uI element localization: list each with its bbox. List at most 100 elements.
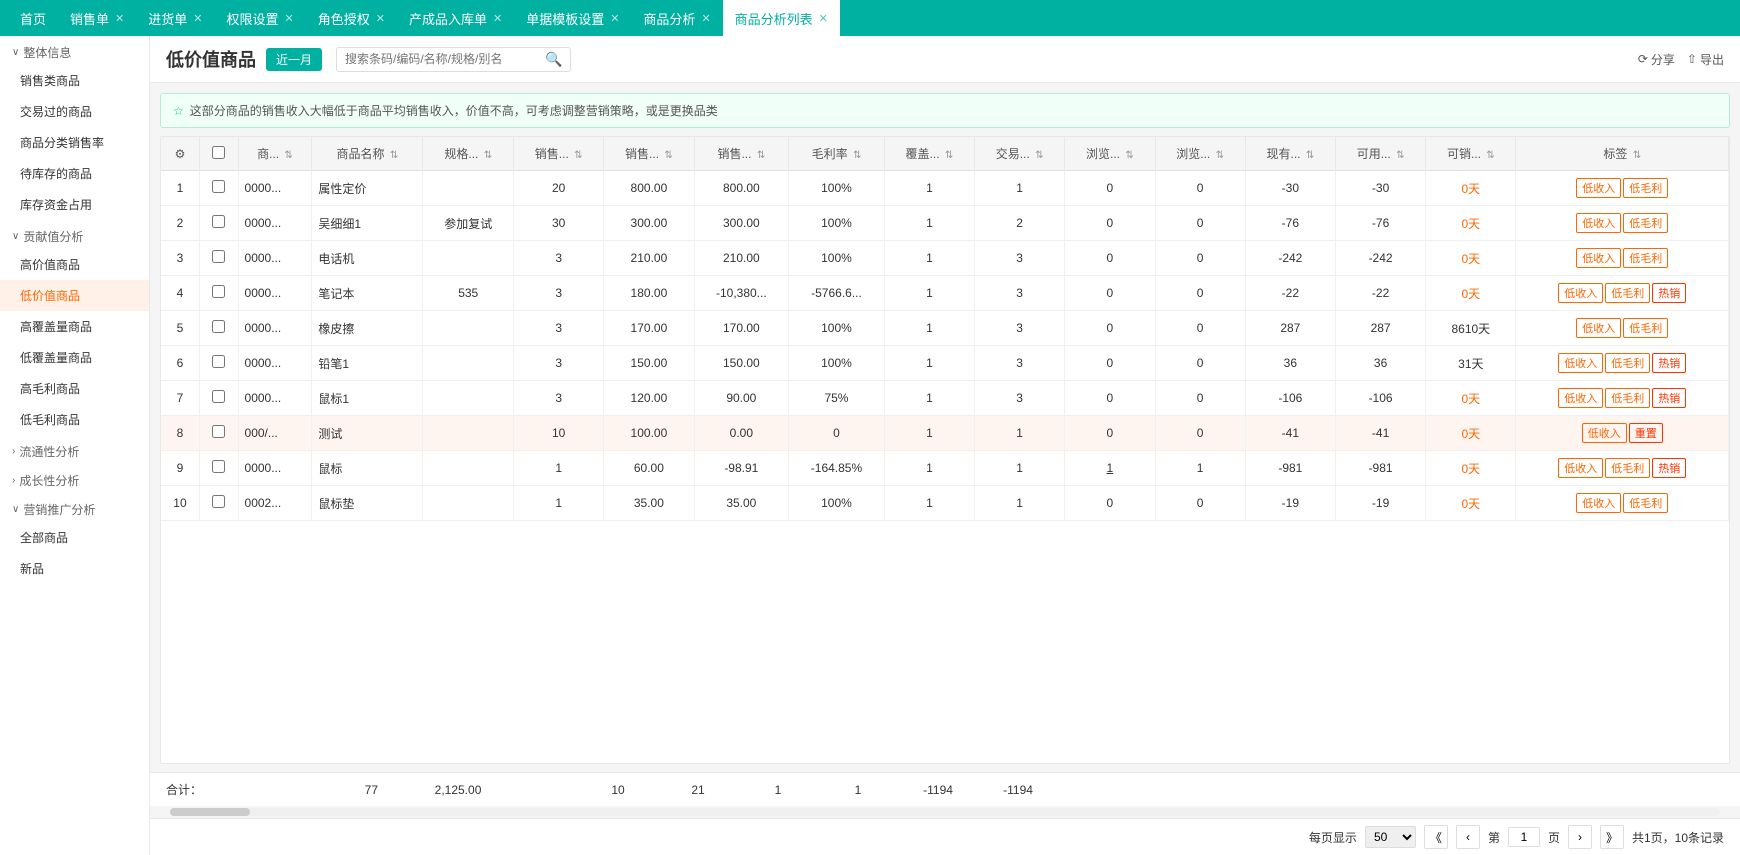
- nav-close-purchase[interactable]: ✕: [193, 12, 202, 25]
- sidebar-group-contribution[interactable]: ∨ 贡献值分析: [0, 220, 149, 249]
- row-check[interactable]: [212, 355, 225, 368]
- sidebar-item-high-coverage[interactable]: 高覆盖量商品: [0, 311, 149, 342]
- nav-close-product-analysis[interactable]: ✕: [701, 12, 710, 25]
- nav-product-in[interactable]: 产成品入库单 ✕: [397, 0, 514, 36]
- row-checkbox[interactable]: [199, 171, 238, 206]
- sidebar-item-category-sales-rate[interactable]: 商品分类销售率: [0, 127, 149, 158]
- nav-close-product-in[interactable]: ✕: [493, 12, 502, 25]
- row-check[interactable]: [212, 285, 225, 298]
- th-trade[interactable]: 交易... ⇅: [975, 137, 1065, 171]
- sidebar-item-high-value[interactable]: 高价值商品: [0, 249, 149, 280]
- th-stock2[interactable]: 可用... ⇅: [1335, 137, 1425, 171]
- nav-close-template[interactable]: ✕: [610, 12, 619, 25]
- row-check[interactable]: [212, 250, 225, 263]
- row-checkbox[interactable]: [199, 276, 238, 311]
- row-check[interactable]: [212, 215, 225, 228]
- row-checkbox[interactable]: [199, 241, 238, 276]
- nav-sales[interactable]: 销售单 ✕: [58, 0, 136, 36]
- row-check[interactable]: [212, 390, 225, 403]
- th-code[interactable]: 商... ⇅: [238, 137, 312, 171]
- row-tags: 低收入低毛利: [1516, 311, 1729, 346]
- row-name: 铅笔1: [312, 346, 423, 381]
- prev-page-button[interactable]: ‹: [1456, 825, 1480, 849]
- search-icon[interactable]: 🔍: [545, 51, 562, 68]
- th-s3[interactable]: 销售... ⇅: [694, 137, 789, 171]
- th-name[interactable]: 商品名称 ⇅: [312, 137, 423, 171]
- nav-close-sales[interactable]: ✕: [115, 12, 124, 25]
- sidebar-item-low-value[interactable]: 低价值商品: [0, 280, 149, 311]
- tag-badge: 低毛利: [1605, 283, 1650, 303]
- footer-totals-bar: 合计： 77 2,125.00 10 21 1 1 -1194 -1194: [150, 772, 1740, 806]
- nav-permission[interactable]: 权限设置 ✕: [214, 0, 305, 36]
- nav-close-permission[interactable]: ✕: [285, 12, 294, 25]
- first-page-button[interactable]: 《: [1424, 825, 1448, 849]
- th-stock1[interactable]: 现有... ⇅: [1245, 137, 1335, 171]
- row-gross: 0: [789, 416, 885, 451]
- tag-badge: 低收入: [1558, 458, 1603, 478]
- row-check[interactable]: [212, 460, 225, 473]
- sidebar-item-stock-fund[interactable]: 库存资金占用: [0, 189, 149, 220]
- th-stock3[interactable]: 可销... ⇅: [1426, 137, 1516, 171]
- nav-home[interactable]: 首页: [8, 0, 58, 36]
- row-spec: [423, 416, 514, 451]
- th-settings[interactable]: ⚙: [161, 137, 199, 171]
- nav-product-analysis-list[interactable]: 商品分析列表 ✕: [723, 0, 840, 36]
- nav-close-role[interactable]: ✕: [376, 12, 385, 25]
- last-page-button[interactable]: 》: [1600, 825, 1624, 849]
- row-checkbox[interactable]: [199, 451, 238, 486]
- export-button[interactable]: ⇧ 导出: [1687, 51, 1724, 68]
- nav-role[interactable]: 角色授权 ✕: [306, 0, 397, 36]
- sidebar-group-marketing[interactable]: ∨ 营销推广分析: [0, 493, 149, 522]
- browse1-value[interactable]: 1: [1107, 461, 1114, 475]
- per-page-select[interactable]: 50 100 200: [1365, 826, 1416, 848]
- row-browse2: 0: [1155, 346, 1245, 381]
- sidebar-item-pending-stock[interactable]: 待库存的商品: [0, 158, 149, 189]
- sidebar-item-all-products[interactable]: 全部商品: [0, 522, 149, 553]
- search-input[interactable]: [345, 52, 545, 66]
- nav-template[interactable]: 单据模板设置 ✕: [514, 0, 631, 36]
- sidebar-item-traded-products[interactable]: 交易过的商品: [0, 96, 149, 127]
- sidebar-item-sales-products[interactable]: 销售类商品: [0, 65, 149, 96]
- row-check[interactable]: [212, 180, 225, 193]
- th-browse1[interactable]: 浏览... ⇅: [1065, 137, 1155, 171]
- row-checkbox[interactable]: [199, 486, 238, 521]
- sidebar-group-overall[interactable]: ∨ 整体信息: [0, 36, 149, 65]
- row-checkbox[interactable]: [199, 381, 238, 416]
- sidebar-item-new-products[interactable]: 新品: [0, 553, 149, 584]
- scrollbar-thumb[interactable]: [170, 808, 250, 816]
- th-browse2[interactable]: 浏览... ⇅: [1155, 137, 1245, 171]
- next-page-button[interactable]: ›: [1568, 825, 1592, 849]
- row-check[interactable]: [212, 320, 225, 333]
- nav-purchase[interactable]: 进货单 ✕: [136, 0, 214, 36]
- horizontal-scrollbar[interactable]: [170, 808, 1720, 816]
- row-checkbox[interactable]: [199, 416, 238, 451]
- select-all-checkbox[interactable]: [212, 146, 225, 159]
- sidebar-group-overall-label: 整体信息: [23, 44, 71, 61]
- share-button[interactable]: ⟳ 分享: [1638, 51, 1675, 68]
- current-page-input[interactable]: [1508, 827, 1540, 847]
- nav-close-product-analysis-list[interactable]: ✕: [819, 12, 828, 25]
- row-checkbox[interactable]: [199, 206, 238, 241]
- filter-button[interactable]: 近一月: [266, 48, 322, 71]
- sidebar-item-low-margin[interactable]: 低毛利商品: [0, 404, 149, 435]
- browse1-value: 0: [1107, 426, 1114, 440]
- row-checkbox[interactable]: [199, 346, 238, 381]
- sidebar-item-high-margin[interactable]: 高毛利商品: [0, 373, 149, 404]
- th-spec[interactable]: 规格... ⇅: [423, 137, 514, 171]
- th-s1[interactable]: 销售... ⇅: [514, 137, 604, 171]
- row-check[interactable]: [212, 495, 225, 508]
- th-s2[interactable]: 销售... ⇅: [604, 137, 694, 171]
- sidebar-group-liquidity[interactable]: › 流通性分析: [0, 435, 149, 464]
- th-gross[interactable]: 毛利率 ⇅: [789, 137, 885, 171]
- th-checkbox[interactable]: [199, 137, 238, 171]
- row-checkbox[interactable]: [199, 311, 238, 346]
- th-tags[interactable]: 标签 ⇅: [1516, 137, 1729, 171]
- row-s2: 60.00: [604, 451, 694, 486]
- sidebar-item-low-coverage[interactable]: 低覆盖量商品: [0, 342, 149, 373]
- footer-stock2: -1194: [978, 783, 1058, 797]
- sidebar-group-growth[interactable]: › 成长性分析: [0, 464, 149, 493]
- row-browse1[interactable]: 1: [1065, 451, 1155, 486]
- nav-product-analysis[interactable]: 商品分析 ✕: [631, 0, 722, 36]
- th-cover[interactable]: 覆盖... ⇅: [884, 137, 974, 171]
- row-check[interactable]: [212, 425, 225, 438]
